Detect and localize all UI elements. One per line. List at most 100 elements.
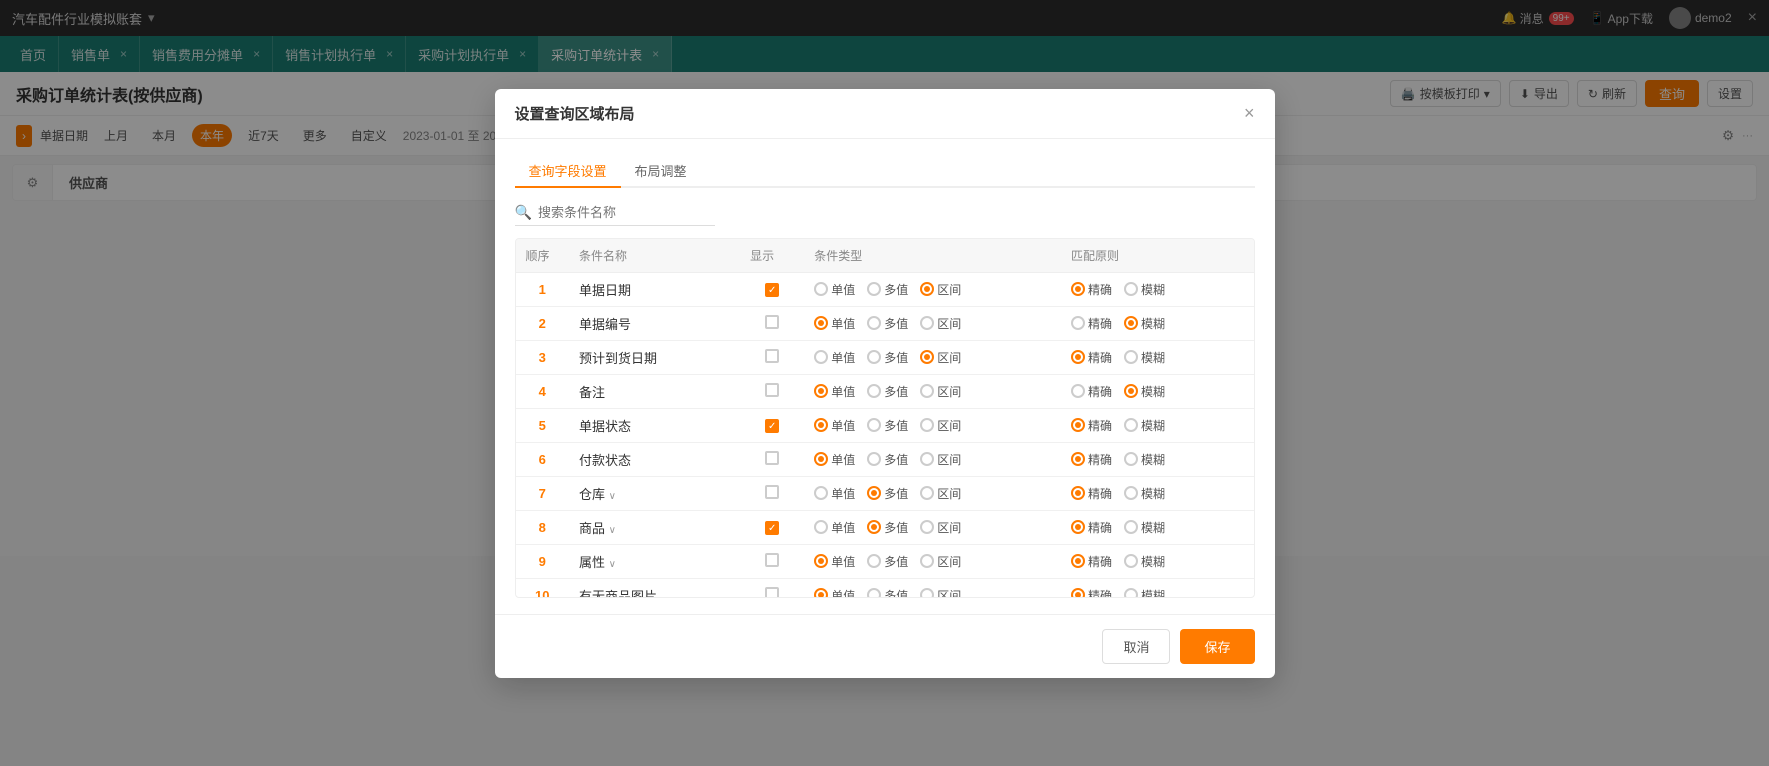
radio-type-type_range[interactable]: 区间	[920, 315, 961, 332]
radio-type-type_single[interactable]: 单值	[814, 553, 855, 570]
radio-type-type_range[interactable]: 区间	[920, 417, 961, 434]
cell-display[interactable]	[740, 340, 804, 374]
radio-type-type_range[interactable]: 区间	[920, 281, 961, 298]
radio-type-type_single[interactable]: 单值	[814, 587, 855, 598]
radio-match-match_fuzzy[interactable]: 模糊	[1124, 553, 1165, 570]
radio-label: 多值	[884, 281, 908, 298]
dropdown-arrow-icon: ∨	[609, 491, 616, 502]
radio-type-type_multi[interactable]: 多值	[867, 587, 908, 598]
radio-circle	[814, 316, 828, 330]
display-checkbox[interactable]	[765, 451, 779, 465]
cell-order: 3	[516, 340, 569, 374]
cell-display[interactable]: ✓	[740, 408, 804, 442]
cell-display[interactable]	[740, 544, 804, 578]
tab-layout[interactable]: 布局调整	[621, 155, 701, 188]
radio-type-type_multi[interactable]: 多值	[867, 485, 908, 502]
radio-type-type_range[interactable]: 区间	[920, 383, 961, 400]
radio-label: 单值	[831, 553, 855, 570]
cell-display[interactable]: ✓	[740, 510, 804, 544]
radio-match-match_fuzzy[interactable]: 模糊	[1124, 349, 1165, 366]
display-checkbox[interactable]	[765, 587, 779, 598]
radio-match-match_fuzzy[interactable]: 模糊	[1124, 587, 1165, 598]
radio-match-match_exact[interactable]: 精确	[1071, 383, 1112, 400]
radio-match-match_fuzzy[interactable]: 模糊	[1124, 315, 1165, 332]
radio-label: 模糊	[1141, 281, 1165, 298]
cell-match: 精确 模糊	[1061, 578, 1254, 598]
radio-type-type_single[interactable]: 单值	[814, 519, 855, 536]
radio-match-match_exact[interactable]: 精确	[1071, 553, 1112, 570]
radio-match-match_fuzzy[interactable]: 模糊	[1124, 485, 1165, 502]
radio-type-type_multi[interactable]: 多值	[867, 281, 908, 298]
radio-match-match_fuzzy[interactable]: 模糊	[1124, 281, 1165, 298]
radio-type-type_single[interactable]: 单值	[814, 349, 855, 366]
cell-match: 精确模糊	[1061, 510, 1254, 544]
display-checkbox[interactable]: ✓	[765, 283, 779, 297]
radio-circle	[814, 418, 828, 432]
radio-type-type_range[interactable]: 区间	[920, 553, 961, 570]
radio-label: 精确	[1088, 553, 1112, 570]
radio-type-type_single[interactable]: 单值	[814, 417, 855, 434]
radio-type-type_multi[interactable]: 多值	[867, 451, 908, 468]
radio-label: 区间	[937, 451, 961, 468]
radio-match-match_fuzzy[interactable]: 模糊	[1124, 417, 1165, 434]
radio-match-match_fuzzy[interactable]: 模糊	[1124, 383, 1165, 400]
radio-match-match_fuzzy[interactable]: 模糊	[1124, 519, 1165, 536]
radio-type-type_range[interactable]: 区间	[920, 349, 961, 366]
cell-display[interactable]	[740, 476, 804, 510]
radio-circle	[1071, 554, 1085, 568]
cell-display[interactable]	[740, 442, 804, 476]
display-checkbox[interactable]	[765, 383, 779, 397]
cell-match: 精确模糊	[1061, 374, 1254, 408]
radio-match-match_exact[interactable]: 精确	[1071, 587, 1112, 598]
radio-match-match_exact[interactable]: 精确	[1071, 451, 1112, 468]
radio-type-type_multi[interactable]: 多值	[867, 383, 908, 400]
display-checkbox[interactable]	[765, 553, 779, 567]
radio-circle	[867, 316, 881, 330]
cell-display[interactable]: ✓	[740, 272, 804, 306]
radio-type-type_range[interactable]: 区间	[920, 451, 961, 468]
cell-match: 精确模糊	[1061, 408, 1254, 442]
radio-match-match_exact[interactable]: 精确	[1071, 349, 1112, 366]
radio-type-type_single[interactable]: 单值	[814, 281, 855, 298]
cell-match: 精确模糊	[1061, 306, 1254, 340]
tab-query-fields[interactable]: 查询字段设置	[515, 155, 621, 188]
radio-type-type_multi[interactable]: 多值	[867, 417, 908, 434]
radio-type-type_range[interactable]: 区间	[920, 519, 961, 536]
radio-match-match_exact[interactable]: 精确	[1071, 417, 1112, 434]
modal-overlay: 设置查询区域布局 × 查询字段设置 布局调整 🔍 顺序	[0, 0, 1769, 766]
display-checkbox[interactable]	[765, 315, 779, 329]
radio-match-match_fuzzy[interactable]: 模糊	[1124, 451, 1165, 468]
radio-circle	[814, 452, 828, 466]
radio-type-type_single[interactable]: 单值	[814, 451, 855, 468]
radio-circle	[814, 350, 828, 364]
radio-type-type_multi[interactable]: 多值	[867, 349, 908, 366]
modal-close-button[interactable]: ×	[1244, 104, 1255, 122]
radio-type-type_range[interactable]: 区间	[920, 587, 961, 598]
display-checkbox[interactable]	[765, 485, 779, 499]
radio-type-type_range[interactable]: 区间	[920, 485, 961, 502]
radio-circle	[1124, 384, 1138, 398]
radio-type-type_single[interactable]: 单值	[814, 485, 855, 502]
radio-type-type_single[interactable]: 单值	[814, 383, 855, 400]
save-button[interactable]: 保存	[1180, 629, 1254, 664]
radio-circle	[1124, 588, 1138, 598]
radio-match-match_exact[interactable]: 精确	[1071, 281, 1112, 298]
cell-display[interactable]	[740, 578, 804, 598]
cancel-button[interactable]: 取消	[1102, 629, 1170, 664]
cell-display[interactable]	[740, 374, 804, 408]
cell-display[interactable]	[740, 306, 804, 340]
radio-type-type_single[interactable]: 单值	[814, 315, 855, 332]
radio-type-type_multi[interactable]: 多值	[867, 315, 908, 332]
radio-match-match_exact[interactable]: 精确	[1071, 519, 1112, 536]
radio-match-match_exact[interactable]: 精确	[1071, 485, 1112, 502]
search-icon: 🔍	[515, 204, 532, 221]
search-input[interactable]	[538, 205, 698, 220]
display-checkbox[interactable]: ✓	[765, 521, 779, 535]
radio-circle	[1124, 316, 1138, 330]
radio-match-match_exact[interactable]: 精确	[1071, 315, 1112, 332]
display-checkbox[interactable]: ✓	[765, 419, 779, 433]
cell-match: 精确模糊	[1061, 544, 1254, 578]
radio-type-type_multi[interactable]: 多值	[867, 553, 908, 570]
radio-type-type_multi[interactable]: 多值	[867, 519, 908, 536]
display-checkbox[interactable]	[765, 349, 779, 363]
